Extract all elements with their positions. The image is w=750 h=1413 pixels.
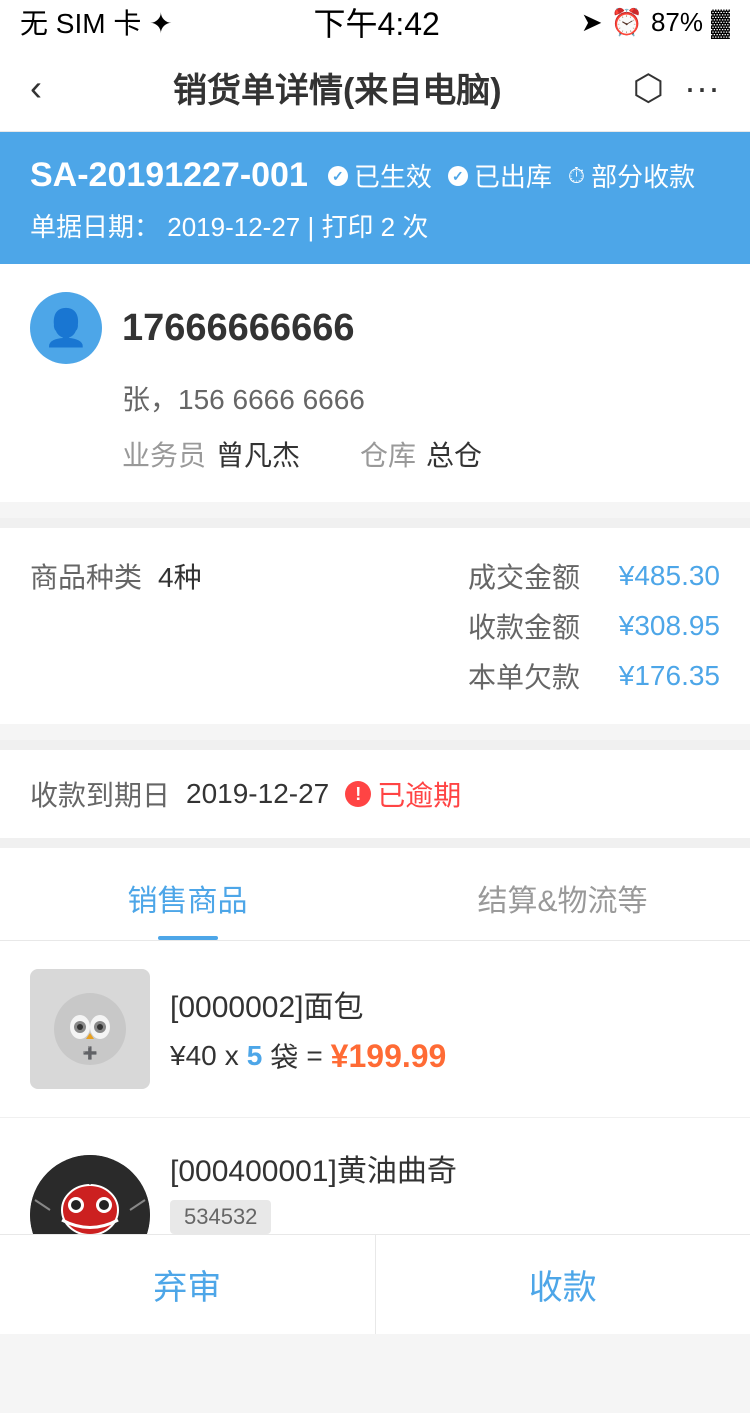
owl-icon: ➕: [50, 989, 130, 1069]
more-icon[interactable]: ···: [684, 67, 720, 109]
stats-right: 成交金额 ¥485.30 收款金额 ¥308.95 本单欠款 ¥176.35: [468, 556, 720, 696]
collected-value: ¥308.95: [600, 610, 720, 642]
sales-label: 业务员: [122, 434, 206, 474]
status-right: ➤ ⏰ 87% ▓: [581, 7, 730, 38]
nav-bar: ‹ 销货单详情(来自电脑) ⬡ ···: [0, 44, 750, 132]
deal-amount-row: 成交金额 ¥485.30: [468, 556, 720, 596]
owed-label: 本单欠款: [468, 656, 580, 696]
order-header: SA-20191227-001 已生效 已出库 ⏱ 部分收款 单据日期： 201…: [0, 132, 750, 264]
product-equals-1: =: [306, 1040, 322, 1072]
status-tag-shipped: 已出库: [448, 157, 552, 194]
product-tag-2: 534532: [170, 1200, 271, 1234]
product-item: ➕ [0000002]面包 ¥40 x 5 袋 = ¥199.99: [0, 941, 750, 1118]
date-label: 单据日期：: [30, 212, 160, 242]
tab-sales-products[interactable]: 销售商品: [0, 848, 375, 940]
print-label: | 打印 2 次: [307, 212, 428, 242]
collect-payment-button[interactable]: 收款: [376, 1235, 750, 1334]
product-price-row-1: ¥40 x 5 袋 = ¥199.99: [170, 1036, 720, 1076]
due-date-label: 收款到期日: [30, 774, 170, 814]
battery-label: 87%: [651, 7, 703, 38]
tab-settlement[interactable]: 结算&物流等: [375, 848, 750, 940]
product-total-1: ¥199.99: [331, 1038, 447, 1075]
user-icon: 👤: [44, 307, 89, 349]
owed-value: ¥176.35: [600, 660, 720, 692]
product-multiply-1: x: [225, 1040, 239, 1072]
warehouse-label: 仓库: [360, 434, 416, 474]
partial-label: 部分收款: [591, 157, 695, 194]
tabs-section: 销售商品 结算&物流等: [0, 848, 750, 941]
product-name-1: [0000002]面包: [170, 982, 720, 1026]
product-price-1: ¥40: [170, 1040, 217, 1072]
product-thumb-1: ➕: [30, 969, 150, 1089]
order-id: SA-20191227-001: [30, 156, 308, 195]
category-value: 4种: [158, 556, 202, 596]
overdue-icon: !: [345, 781, 371, 807]
customer-section: 👤 17666666666 张，156 6666 6666 业务员 曾凡杰 仓库…: [0, 264, 750, 502]
order-header-top: SA-20191227-001 已生效 已出库 ⏱ 部分收款: [30, 156, 720, 195]
share-icon[interactable]: ⬡: [633, 67, 664, 109]
owed-amount-row: 本单欠款 ¥176.35: [468, 656, 720, 696]
product-info-1: [0000002]面包 ¥40 x 5 袋 = ¥199.99: [170, 982, 720, 1076]
cancel-audit-button[interactable]: 弃审: [0, 1235, 376, 1334]
customer-meta: 业务员 曾凡杰 仓库 总仓: [30, 434, 720, 474]
due-date-section: 收款到期日 2019-12-27 ! 已逾期: [0, 750, 750, 848]
status-tags: 已生效 已出库 ⏱ 部分收款: [328, 157, 695, 194]
customer-detail: 张，156 6666 6666: [30, 378, 720, 418]
sim-label: 无 SIM 卡 ✦: [20, 2, 173, 42]
location-icon: ➤: [581, 7, 603, 38]
overdue-badge: ! 已逾期: [345, 774, 461, 814]
status-tag-partial: ⏱ 部分收款: [568, 157, 695, 194]
shipped-label: 已出库: [474, 157, 552, 194]
effective-check-icon: [328, 166, 348, 186]
divider-1: [0, 518, 750, 528]
customer-id: 17666666666: [122, 307, 354, 350]
page-title: 销货单详情(来自电脑): [173, 63, 502, 112]
warehouse-meta: 仓库 总仓: [360, 434, 482, 474]
sales-value: 曾凡杰: [216, 434, 300, 474]
divider-2: [0, 740, 750, 750]
due-date-value: 2019-12-27: [186, 778, 329, 810]
nav-actions: ⬡ ···: [633, 67, 720, 109]
alarm-icon: ⏰: [611, 7, 643, 38]
status-time: 下午4:42: [314, 0, 440, 45]
effective-label: 已生效: [354, 157, 432, 194]
tab-sales-products-label: 销售商品: [128, 885, 248, 918]
product-qty-1: 5: [247, 1040, 263, 1072]
deal-amount-label: 成交金额: [468, 556, 580, 596]
product-placeholder-1: ➕: [30, 969, 150, 1089]
collected-amount-row: 收款金额 ¥308.95: [468, 606, 720, 646]
tab-settlement-label: 结算&物流等: [477, 885, 647, 918]
status-left: 无 SIM 卡 ✦: [20, 2, 173, 42]
status-tag-effective: 已生效: [328, 157, 432, 194]
warehouse-value: 总仓: [426, 434, 482, 474]
stats-left: 商品种类 4种: [30, 556, 202, 596]
status-bar: 无 SIM 卡 ✦ 下午4:42 ➤ ⏰ 87% ▓: [0, 0, 750, 44]
product-name-2: [000400001]黄油曲奇: [170, 1146, 720, 1190]
date-value: 2019-12-27: [167, 212, 300, 242]
category-label: 商品种类: [30, 556, 142, 596]
bottom-bar: 弃审 收款: [0, 1234, 750, 1334]
product-unit-1: 袋: [270, 1036, 298, 1076]
shipped-check-icon: [448, 166, 468, 186]
back-button[interactable]: ‹: [30, 67, 42, 109]
order-date: 单据日期： 2019-12-27 | 打印 2 次: [30, 207, 720, 244]
avatar: 👤: [30, 292, 102, 364]
battery-icon: ▓: [711, 7, 730, 38]
stats-section: 商品种类 4种 成交金额 ¥485.30 收款金额 ¥308.95 本单欠款 ¥…: [0, 528, 750, 724]
clock-icon: ⏱: [568, 163, 585, 189]
overdue-text: 已逾期: [377, 774, 461, 814]
customer-top: 👤 17666666666: [30, 292, 720, 364]
sales-meta: 业务员 曾凡杰: [122, 434, 300, 474]
svg-text:➕: ➕: [83, 1046, 98, 1060]
deal-amount-value: ¥485.30: [600, 560, 720, 592]
collected-label: 收款金额: [468, 606, 580, 646]
